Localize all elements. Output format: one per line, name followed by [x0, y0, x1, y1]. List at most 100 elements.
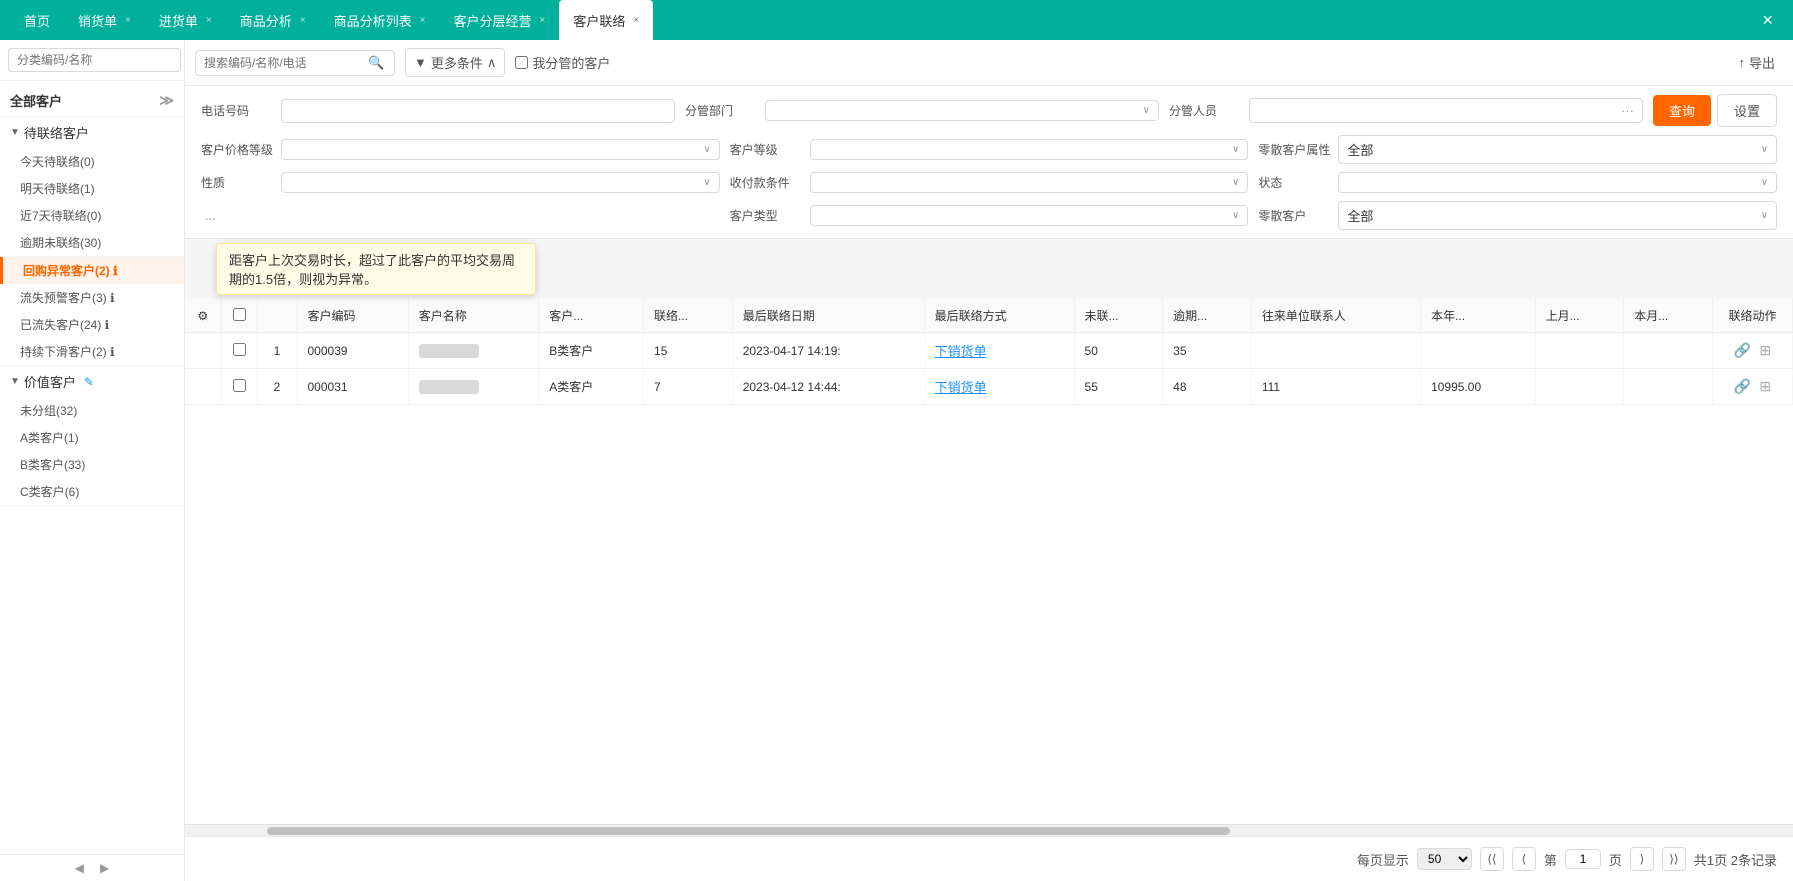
nav-close-customer-segment[interactable]: ×	[539, 15, 545, 26]
sidebar-item-repurchase-abnormal[interactable]: 回购异常客户(2) ℹ	[0, 257, 184, 284]
sidebar-section-pending[interactable]: ▼ 待联络客户	[0, 117, 184, 148]
row1-checkbox[interactable]	[233, 343, 246, 356]
per-page-select[interactable]: 50 20 100	[1417, 848, 1472, 870]
nav-close-product-analysis[interactable]: ×	[300, 15, 306, 26]
nav-sales-order[interactable]: 销货单 ×	[64, 0, 145, 40]
filter-status: 状态 ∨	[1258, 172, 1777, 193]
next-page-button[interactable]: ⟩	[1630, 847, 1654, 871]
sidebar-group-pending: ▼ 待联络客户 今天待联络(0) 明天待联络(1) 近7天待联络(0) 逾期未联…	[0, 117, 184, 257]
nav-customer-segment[interactable]: 客户分层经营 ×	[439, 0, 559, 40]
col-header-this-year: 本年...	[1421, 299, 1536, 333]
row2-settings	[185, 369, 221, 405]
edit-value-icon[interactable]: ✎	[84, 375, 94, 389]
sidebar-search-input[interactable]	[8, 48, 181, 72]
sidebar-item-overdue[interactable]: 逾期未联络(30)	[0, 229, 184, 256]
filter-dept: 分管部门 ∨	[685, 100, 1159, 121]
filter-person-select[interactable]: ···	[1249, 98, 1643, 123]
person-dots-icon: ···	[1621, 103, 1634, 118]
first-page-button[interactable]: ⟨⟨	[1480, 847, 1504, 871]
filter-price-level: 客户价格等级 ∨	[201, 139, 720, 160]
sidebar-content: 全部客户 ≫ ▼ 待联络客户 今天待联络(0) 明天待联络(1) 近7天待联络(…	[0, 81, 184, 854]
filter-price-level-select[interactable]: ∨	[281, 139, 720, 160]
sidebar-item-class-a[interactable]: A类客户(1)	[0, 424, 184, 451]
filter-payment-select[interactable]: ∨	[810, 172, 1249, 193]
retail-customer-arrow: ∨	[1761, 210, 1768, 221]
row2-code[interactable]: 000031	[297, 369, 408, 405]
row1-overdue: 35	[1163, 333, 1252, 369]
sidebar-item-class-c[interactable]: C类客户(6)	[0, 478, 184, 505]
row1-last-month	[1535, 333, 1624, 369]
extra-dots[interactable]: ...	[201, 208, 220, 223]
nav-customer-contact[interactable]: 客户联络 ×	[559, 0, 653, 40]
sidebar-prev-arrow[interactable]: ◀	[69, 859, 90, 877]
row2-check[interactable]	[221, 369, 257, 405]
h-scroll-thumb[interactable]	[267, 827, 1229, 835]
filter-price-level-label: 客户价格等级	[201, 141, 281, 158]
page-number-input[interactable]	[1565, 849, 1601, 869]
filter-customer-type-select[interactable]: ∨	[810, 205, 1249, 226]
nav-product-analysis-list[interactable]: 商品分析列表 ×	[320, 0, 440, 40]
row1-link-icon[interactable]: 🔗	[1734, 342, 1751, 359]
nav-purchase-order[interactable]: 进货单 ×	[145, 0, 226, 40]
window-close-button[interactable]: ×	[1752, 10, 1783, 31]
row2-last-month	[1535, 369, 1624, 405]
horizontal-scrollbar[interactable]	[185, 824, 1793, 836]
sidebar-all-customers-header[interactable]: 全部客户 ≫	[0, 85, 184, 117]
row1-this-month	[1624, 333, 1713, 369]
nav-product-analysis[interactable]: 商品分析 ×	[226, 0, 320, 40]
nav-home[interactable]: 首页	[10, 0, 64, 40]
sidebar-section-value[interactable]: ▼ 价值客户 ✎	[0, 366, 184, 397]
search-input[interactable]	[204, 56, 364, 70]
row2-index: 2	[257, 369, 297, 405]
sidebar-item-ungrouped[interactable]: 未分组(32)	[0, 397, 184, 424]
row1-code[interactable]: 000039	[297, 333, 408, 369]
my-customers-checkbox-label[interactable]: 我分管的客户	[515, 53, 610, 72]
export-button[interactable]: ↑ 导出	[1730, 49, 1783, 76]
search-bar-icon[interactable]: 🔍	[368, 55, 384, 71]
nav-close-customer-contact[interactable]: ×	[633, 15, 639, 26]
sidebar-item-declining[interactable]: 持续下滑客户(2) ℹ	[0, 338, 184, 365]
setting-button[interactable]: 设置	[1717, 94, 1777, 127]
sidebar-all-customers-label: 全部客户	[10, 91, 62, 110]
filter-retail-attr-select[interactable]: 全部 ∨	[1338, 135, 1777, 164]
main-layout: 🔍 全部客户 ≫ ▼ 待联络客户 今天待联络(0) 明天待联络(1) 近7天待联…	[0, 40, 1793, 881]
last-page-button[interactable]: ⟩⟩	[1662, 847, 1686, 871]
customer-type-arrow: ∨	[1232, 210, 1239, 221]
filter-dept-select[interactable]: ∨	[765, 100, 1159, 121]
row1-last-method[interactable]: 下销货单	[924, 333, 1074, 369]
col-header-last-method: 最后联络方式	[924, 299, 1074, 333]
filter-retail-customer-select[interactable]: 全部 ∨	[1338, 201, 1777, 230]
filter-gender-select[interactable]: ∨	[281, 172, 720, 193]
row2-checkbox[interactable]	[233, 379, 246, 392]
col-header-check[interactable]	[221, 299, 257, 333]
sidebar-item-churned[interactable]: 已流失客户(24) ℹ	[0, 311, 184, 338]
nav-close-purchase-order[interactable]: ×	[206, 15, 212, 26]
row2-qrcode-icon[interactable]: ⊞	[1759, 378, 1771, 395]
row1-qrcode-icon[interactable]: ⊞	[1759, 342, 1771, 359]
sidebar-item-class-b[interactable]: B类客户(33)	[0, 451, 184, 478]
filter-status-select[interactable]: ∨	[1338, 172, 1777, 193]
prev-page-button[interactable]: ⟨	[1512, 847, 1536, 871]
row2-link-icon[interactable]: 🔗	[1734, 378, 1751, 395]
filter-phone-input[interactable]	[281, 99, 675, 123]
filter-customer-level-select[interactable]: ∨	[810, 139, 1249, 160]
my-customers-checkbox[interactable]	[515, 56, 528, 69]
sidebar-item-7days[interactable]: 近7天待联络(0)	[0, 202, 184, 229]
sidebar-collapse-button[interactable]: ≫	[159, 92, 174, 109]
sidebar-item-churn-warning[interactable]: 流失预警客户(3) ℹ	[0, 284, 184, 311]
row1-check[interactable]	[221, 333, 257, 369]
query-button[interactable]: 查询	[1653, 95, 1711, 126]
advanced-filter: 电话号码 分管部门 ∨ 分管人员 ···	[185, 86, 1793, 239]
col-header-settings[interactable]: ⚙	[185, 299, 221, 333]
select-all-checkbox[interactable]	[233, 308, 246, 321]
page-suffix: 页	[1609, 850, 1622, 869]
row2-last-method[interactable]: 下销货单	[924, 369, 1074, 405]
sidebar-item-today[interactable]: 今天待联络(0)	[0, 148, 184, 175]
table-area[interactable]: ⚙ 客户编码 客户名称 客户... 联络... 最后联络日期 最后联络方式 未联…	[185, 299, 1793, 824]
more-conditions-button[interactable]: ▼ 更多条件 ∧	[405, 48, 505, 77]
nav-close-sales-order[interactable]: ×	[125, 15, 131, 26]
sidebar-item-tomorrow[interactable]: 明天待联络(1)	[0, 175, 184, 202]
nav-close-product-analysis-list[interactable]: ×	[420, 15, 426, 26]
sidebar-next-arrow[interactable]: ▶	[94, 859, 115, 877]
row1-this-year	[1421, 333, 1536, 369]
